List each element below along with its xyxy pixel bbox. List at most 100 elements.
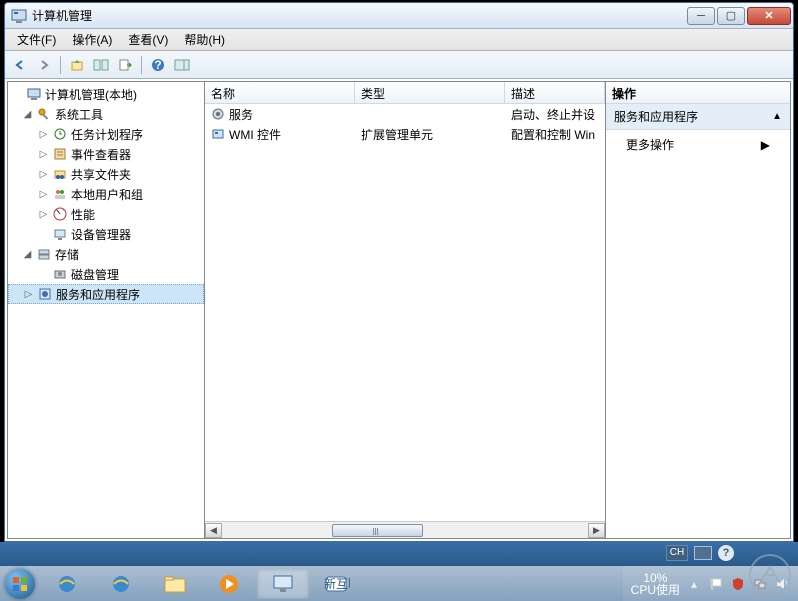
- collapse-icon[interactable]: ◢: [22, 249, 33, 260]
- tree-label: 设备管理器: [71, 226, 131, 243]
- tree-label: 系统工具: [55, 106, 103, 123]
- taskbar-ie-2[interactable]: [95, 569, 147, 599]
- tree-panel[interactable]: 计算机管理(本地) ◢ 系统工具 ▷ 任务计划程序 ▷ 事件查看器: [7, 81, 205, 539]
- tree-device-manager[interactable]: 设备管理器: [8, 224, 204, 244]
- cpu-percent: 10%: [631, 572, 680, 584]
- taskbar-ie-1[interactable]: [41, 569, 93, 599]
- svg-text:创新互联: 创新互联: [324, 576, 350, 591]
- disk-icon: [52, 266, 68, 282]
- windows-logo-icon: [11, 575, 29, 593]
- actions-panel: 操作 服务和应用程序 ▲ 更多操作 ▶: [606, 81, 791, 539]
- expand-icon[interactable]: ▷: [38, 149, 49, 160]
- actions-section[interactable]: 服务和应用程序 ▲: [606, 104, 790, 130]
- users-icon: [52, 186, 68, 202]
- cell-desc: 启动、终止并设: [511, 106, 595, 123]
- tree-performance[interactable]: ▷ 性能: [8, 204, 204, 224]
- actions-section-label: 服务和应用程序: [614, 108, 698, 125]
- expand-icon[interactable]: ▷: [38, 189, 49, 200]
- menu-action[interactable]: 操作(A): [64, 29, 120, 50]
- svg-text:?: ?: [154, 58, 161, 72]
- export-button[interactable]: [114, 54, 136, 76]
- cell-name: WMI 控件: [229, 126, 281, 143]
- show-hide-tree-button[interactable]: [90, 54, 112, 76]
- tree-label: 共享文件夹: [71, 166, 131, 183]
- close-button[interactable]: ✕: [747, 7, 791, 25]
- expand-icon[interactable]: ▷: [38, 209, 49, 220]
- forward-button[interactable]: [33, 54, 55, 76]
- shield-icon[interactable]: [730, 576, 746, 592]
- tree-label: 磁盘管理: [71, 266, 119, 283]
- col-name[interactable]: 名称: [205, 82, 355, 103]
- device-icon: [52, 226, 68, 242]
- event-icon: [52, 146, 68, 162]
- tray-expand-icon[interactable]: ▴: [686, 576, 702, 592]
- col-desc[interactable]: 描述: [505, 82, 605, 103]
- expand-icon[interactable]: ▷: [38, 169, 49, 180]
- list-item-wmi[interactable]: WMI 控件 扩展管理单元 配置和控制 Win: [205, 124, 605, 144]
- tree-shared-folders[interactable]: ▷ 共享文件夹: [8, 164, 204, 184]
- show-hide-action-button[interactable]: [171, 54, 193, 76]
- list-item-services[interactable]: 服务 启动、终止并设: [205, 104, 605, 124]
- cpu-meter[interactable]: 10% CPU使用: [631, 572, 680, 596]
- menu-file[interactable]: 文件(F): [9, 29, 64, 50]
- help-button[interactable]: ?: [147, 54, 169, 76]
- taskbar[interactable]: 创新互联 10% CPU使用 ▴: [0, 566, 798, 601]
- tree-label: 事件查看器: [71, 146, 131, 163]
- taskbar-explorer[interactable]: [149, 569, 201, 599]
- flag-icon[interactable]: [708, 576, 724, 592]
- tree-storage[interactable]: ◢ 存储: [8, 244, 204, 264]
- actions-header: 操作: [606, 82, 790, 104]
- content-area: 计算机管理(本地) ◢ 系统工具 ▷ 任务计划程序 ▷ 事件查看器: [7, 81, 791, 539]
- actions-more[interactable]: 更多操作 ▶: [606, 130, 790, 159]
- start-button[interactable]: [0, 566, 40, 601]
- horizontal-scrollbar[interactable]: ◀ ▶: [205, 521, 605, 538]
- actions-more-label: 更多操作: [626, 136, 674, 153]
- menu-view[interactable]: 查看(V): [120, 29, 176, 50]
- tree-label: 计算机管理(本地): [45, 86, 137, 103]
- maximize-button[interactable]: ▢: [717, 7, 745, 25]
- back-button[interactable]: [9, 54, 31, 76]
- gear-icon: [211, 107, 225, 121]
- tree-services-apps[interactable]: ▷ 服务和应用程序: [8, 284, 204, 304]
- watermark-logo: [748, 553, 792, 597]
- tree-label: 性能: [71, 206, 95, 223]
- taskbar-unknown-app[interactable]: 创新互联: [311, 569, 363, 599]
- scroll-thumb[interactable]: [332, 524, 424, 537]
- tree-label: 存储: [55, 246, 79, 263]
- taskbar-media-player[interactable]: [203, 569, 255, 599]
- tree-system-tools[interactable]: ◢ 系统工具: [8, 104, 204, 124]
- col-type[interactable]: 类型: [355, 82, 505, 103]
- menubar: 文件(F) 操作(A) 查看(V) 帮助(H): [5, 29, 793, 51]
- ime-help-icon[interactable]: ?: [718, 545, 734, 561]
- services-icon: [37, 286, 53, 302]
- list-panel: 名称 类型 描述 服务 启动、终止并设 WMI 控件 扩展管理单元 配置和控制 …: [205, 81, 606, 539]
- tree-task-scheduler[interactable]: ▷ 任务计划程序: [8, 124, 204, 144]
- taskbar-computer-management[interactable]: [257, 569, 309, 599]
- up-button[interactable]: [66, 54, 88, 76]
- list-header: 名称 类型 描述: [205, 82, 605, 104]
- menu-help[interactable]: 帮助(H): [176, 29, 233, 50]
- cpu-label: CPU使用: [631, 584, 680, 596]
- tree-disk-management[interactable]: 磁盘管理: [8, 264, 204, 284]
- scroll-track[interactable]: [222, 523, 588, 538]
- expand-icon[interactable]: ▷: [23, 289, 34, 300]
- collapse-icon[interactable]: ◢: [22, 109, 33, 120]
- expand-icon[interactable]: ▷: [38, 129, 49, 140]
- ime-keyboard-icon[interactable]: [694, 546, 712, 560]
- cell-name: 服务: [229, 106, 253, 123]
- tree-root[interactable]: 计算机管理(本地): [8, 84, 204, 104]
- ime-language-badge[interactable]: CH: [666, 545, 688, 561]
- scroll-right-button[interactable]: ▶: [588, 523, 605, 538]
- list-body[interactable]: 服务 启动、终止并设 WMI 控件 扩展管理单元 配置和控制 Win: [205, 104, 605, 521]
- tree-event-viewer[interactable]: ▷ 事件查看器: [8, 144, 204, 164]
- tree-local-users[interactable]: ▷ 本地用户和组: [8, 184, 204, 204]
- scroll-left-button[interactable]: ◀: [205, 523, 222, 538]
- minimize-button[interactable]: ─: [687, 7, 715, 25]
- submenu-arrow-icon: ▶: [761, 138, 770, 152]
- tree-label: 本地用户和组: [71, 186, 143, 203]
- collapse-arrow-icon: ▲: [772, 111, 782, 122]
- clock-icon: [52, 126, 68, 142]
- titlebar[interactable]: 计算机管理 ─ ▢ ✕: [5, 3, 793, 29]
- window-title: 计算机管理: [32, 7, 687, 24]
- shared-folder-icon: [52, 166, 68, 182]
